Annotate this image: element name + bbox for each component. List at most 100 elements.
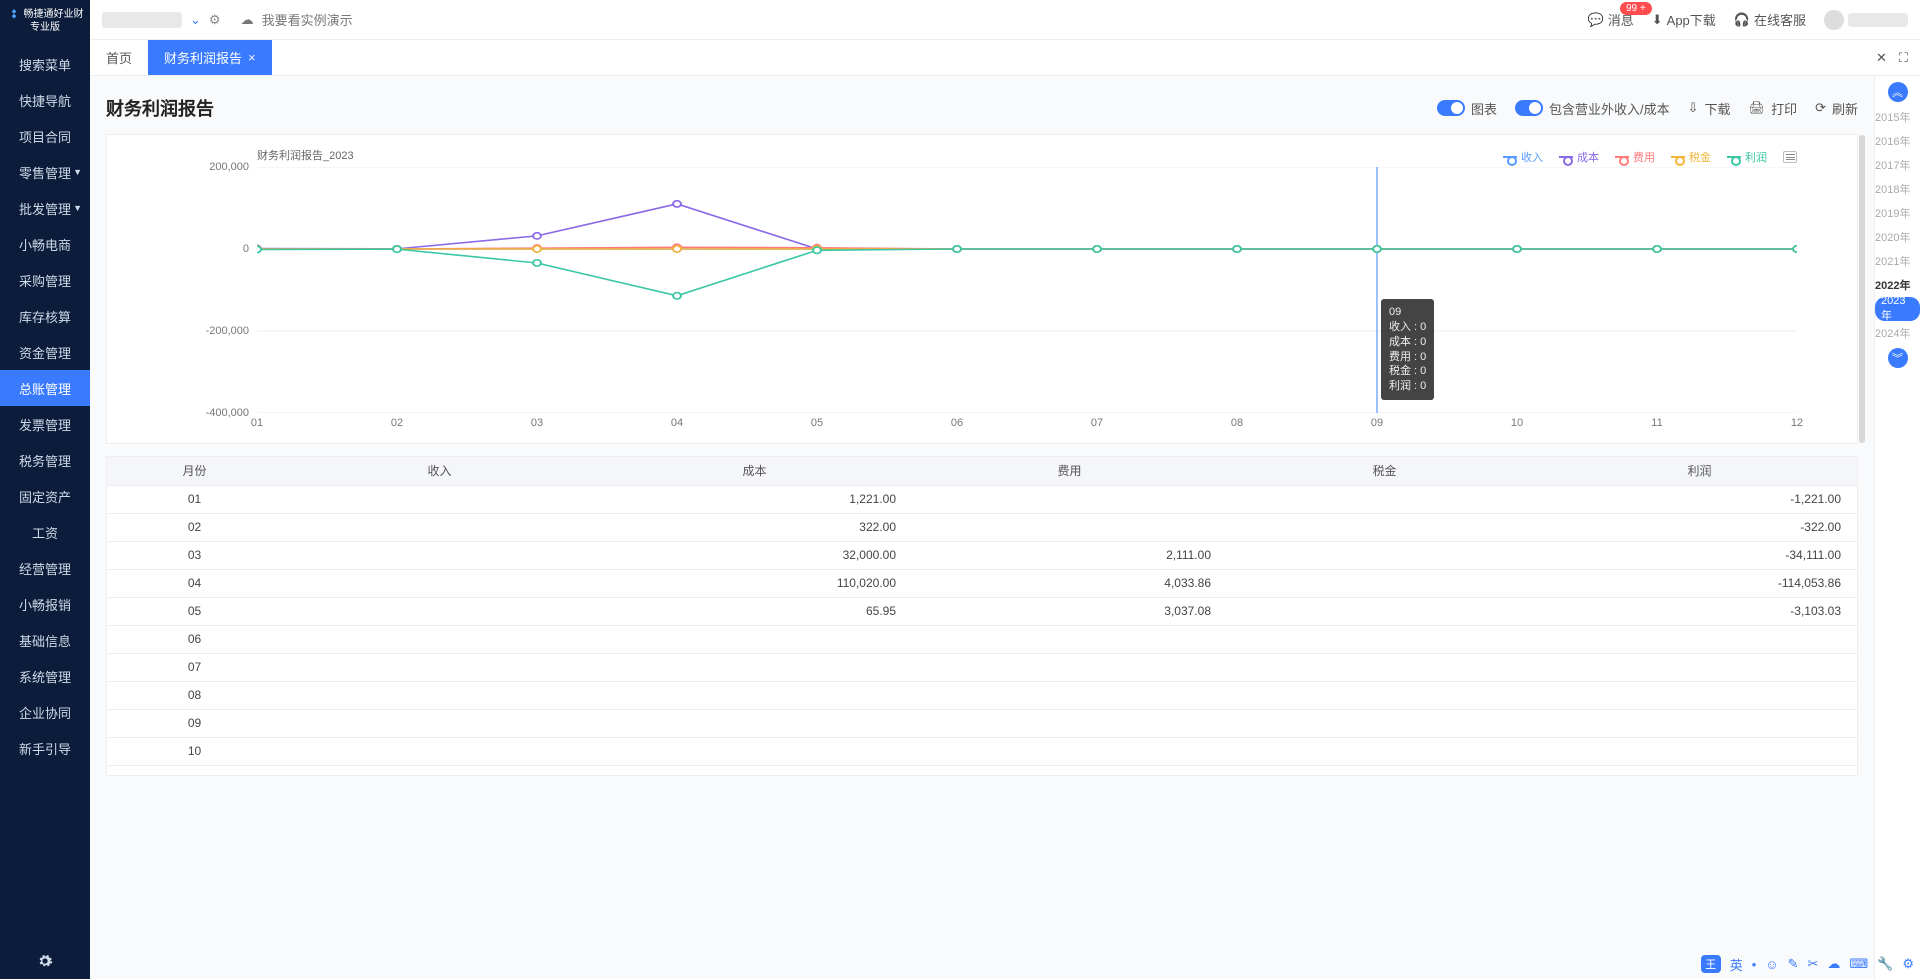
- ime-keyboard-icon[interactable]: ⌨: [1849, 956, 1868, 972]
- brand-logo-icon: [7, 8, 21, 22]
- year-option[interactable]: 2023年: [1875, 297, 1920, 321]
- sidebar-item-guide[interactable]: 新手引导: [0, 730, 90, 766]
- ime-smile-icon[interactable]: ☺: [1765, 957, 1778, 972]
- year-option[interactable]: 2022年: [1875, 273, 1920, 297]
- sidebar-item-expense[interactable]: 小畅报销: [0, 586, 90, 622]
- ime-edit-icon[interactable]: ✎: [1788, 956, 1799, 972]
- sidebar-item-tax[interactable]: 税务管理: [0, 442, 90, 478]
- sidebar-item-fixedasset[interactable]: 固定资产: [0, 478, 90, 514]
- legend-tax-label: 税金: [1689, 149, 1711, 165]
- ime-tool-icon[interactable]: 🔧: [1877, 956, 1893, 972]
- ime-gear-icon[interactable]: ⚙: [1902, 956, 1914, 972]
- sidebar-item-search[interactable]: 搜索菜单: [0, 46, 90, 82]
- year-option[interactable]: 2015年: [1875, 105, 1920, 129]
- sidebar-item-quicknav[interactable]: 快捷导航: [0, 82, 90, 118]
- legend-income[interactable]: 收入: [1503, 149, 1543, 165]
- table-cell: 322.00: [597, 513, 912, 541]
- sidebar-item-collab[interactable]: 企业协同: [0, 694, 90, 730]
- ime-dot-icon[interactable]: •: [1752, 957, 1757, 972]
- chevron-down-icon[interactable]: ⌄: [190, 12, 201, 28]
- close-icon[interactable]: ×: [248, 50, 256, 65]
- table-cell: 4,033.86: [912, 569, 1227, 597]
- brand-logo: 畅捷通好业财 专业版: [0, 0, 90, 40]
- tab-home[interactable]: 首页: [90, 40, 148, 75]
- year-option[interactable]: 2016年: [1875, 129, 1920, 153]
- ime-cloud-icon[interactable]: ☁: [1827, 956, 1840, 972]
- fullscreen-icon[interactable]: ⛶: [1899, 50, 1908, 66]
- year-option[interactable]: 2019年: [1875, 201, 1920, 225]
- legend: 收入 成本 费用 税金 利润: [1503, 149, 1797, 165]
- sidebar-item-retail[interactable]: 零售管理▼: [0, 154, 90, 190]
- table-cell: -322.00: [1542, 513, 1857, 541]
- year-up-icon[interactable]: ︽: [1888, 82, 1908, 102]
- messages-button[interactable]: 💬 消息 99 +: [1588, 10, 1634, 29]
- sidebar: 畅捷通好业财 专业版 搜索菜单快捷导航项目合同零售管理▼批发管理▼小畅电商采购管…: [0, 0, 90, 979]
- tab-report[interactable]: 财务利润报告 ×: [148, 40, 272, 75]
- sidebar-item-wholesale[interactable]: 批发管理▼: [0, 190, 90, 226]
- ime-bar: 王 英 • ☺ ✎ ✂ ☁ ⌨ 🔧 ⚙: [1701, 953, 1914, 975]
- legend-profit[interactable]: 利润: [1727, 149, 1767, 165]
- chart-menu-icon[interactable]: [1783, 151, 1797, 163]
- year-down-icon[interactable]: ︾: [1888, 348, 1908, 368]
- table-cell: 02: [107, 513, 282, 541]
- y-tick-label: -200,000: [206, 325, 249, 337]
- table-row: 011,221.00-1,221.00: [107, 485, 1857, 513]
- sidebar-item-salary[interactable]: 工资: [0, 514, 90, 550]
- sidebar-item-operate[interactable]: 经营管理: [0, 550, 90, 586]
- cloud-icon: ☁: [241, 12, 254, 28]
- sidebar-item-ecom[interactable]: 小畅电商: [0, 226, 90, 262]
- print-button[interactable]: 🖨打印: [1749, 99, 1798, 118]
- table-cell: [1227, 513, 1542, 541]
- refresh-button[interactable]: ⟳刷新: [1815, 99, 1858, 118]
- toggle-chart[interactable]: 图表: [1437, 99, 1497, 118]
- demo-link[interactable]: ☁ 我要看实例演示: [241, 10, 353, 29]
- table-cell: 09: [107, 709, 282, 737]
- table-cell: [912, 737, 1227, 765]
- sidebar-item-invoice[interactable]: 发票管理: [0, 406, 90, 442]
- online-service-button[interactable]: 🎧 在线客服: [1734, 10, 1806, 29]
- year-option[interactable]: 2024年: [1875, 321, 1920, 345]
- toggle-include-label: 包含营业外收入/成本: [1549, 99, 1670, 118]
- sidebar-item-system[interactable]: 系统管理: [0, 658, 90, 694]
- legend-expense[interactable]: 费用: [1615, 149, 1655, 165]
- table-cell: [912, 625, 1227, 653]
- year-option[interactable]: 2020年: [1875, 225, 1920, 249]
- chart-plot[interactable]: [257, 167, 1797, 413]
- org-selector[interactable]: ⌄ ⚙: [102, 12, 221, 28]
- sidebar-item-label: 批发管理: [19, 199, 71, 218]
- legend-cost[interactable]: 成本: [1559, 149, 1599, 165]
- user-avatar[interactable]: [1824, 10, 1908, 30]
- table-cell: 2,111.00: [912, 541, 1227, 569]
- sidebar-item-basicinfo[interactable]: 基础信息: [0, 622, 90, 658]
- gear-icon[interactable]: ⚙: [209, 12, 221, 28]
- scrollbar[interactable]: [1859, 135, 1865, 443]
- year-option[interactable]: 2018年: [1875, 177, 1920, 201]
- sidebar-item-purchase[interactable]: 采购管理: [0, 262, 90, 298]
- ime-logo-icon[interactable]: 王: [1701, 955, 1721, 973]
- sidebar-item-fund[interactable]: 资金管理: [0, 334, 90, 370]
- app-download-button[interactable]: ⬇ App下载: [1652, 10, 1716, 29]
- year-option[interactable]: 2017年: [1875, 153, 1920, 177]
- year-option[interactable]: 2021年: [1875, 249, 1920, 273]
- table-cell: [597, 653, 912, 681]
- tab-report-label: 财务利润报告: [164, 48, 242, 67]
- brand-name: 畅捷通好业财: [24, 9, 84, 20]
- close-all-icon[interactable]: ✕: [1876, 50, 1887, 66]
- table-cell: 1,221.00: [597, 485, 912, 513]
- table-cell: [282, 513, 597, 541]
- toggle-include[interactable]: 包含营业外收入/成本: [1515, 99, 1670, 118]
- table-cell: [597, 709, 912, 737]
- ime-scissors-icon[interactable]: ✂: [1807, 956, 1818, 972]
- tabs-bar: 首页 财务利润报告 × ✕ ⛶: [90, 40, 1920, 76]
- legend-tax[interactable]: 税金: [1671, 149, 1711, 165]
- table-cell: [1227, 485, 1542, 513]
- sidebar-item-project[interactable]: 项目合同: [0, 118, 90, 154]
- table-row: 02 322.00 -322.00: [107, 513, 1857, 541]
- settings-gear-icon[interactable]: [0, 943, 90, 979]
- sidebar-item-ledger[interactable]: 总账管理: [0, 370, 90, 406]
- sidebar-item-inventory[interactable]: 库存核算: [0, 298, 90, 334]
- download-button[interactable]: ⇩下载: [1688, 99, 1731, 118]
- table-cell: [1227, 625, 1542, 653]
- ime-lang[interactable]: 英: [1730, 955, 1743, 974]
- x-tick-label: 01: [251, 417, 263, 429]
